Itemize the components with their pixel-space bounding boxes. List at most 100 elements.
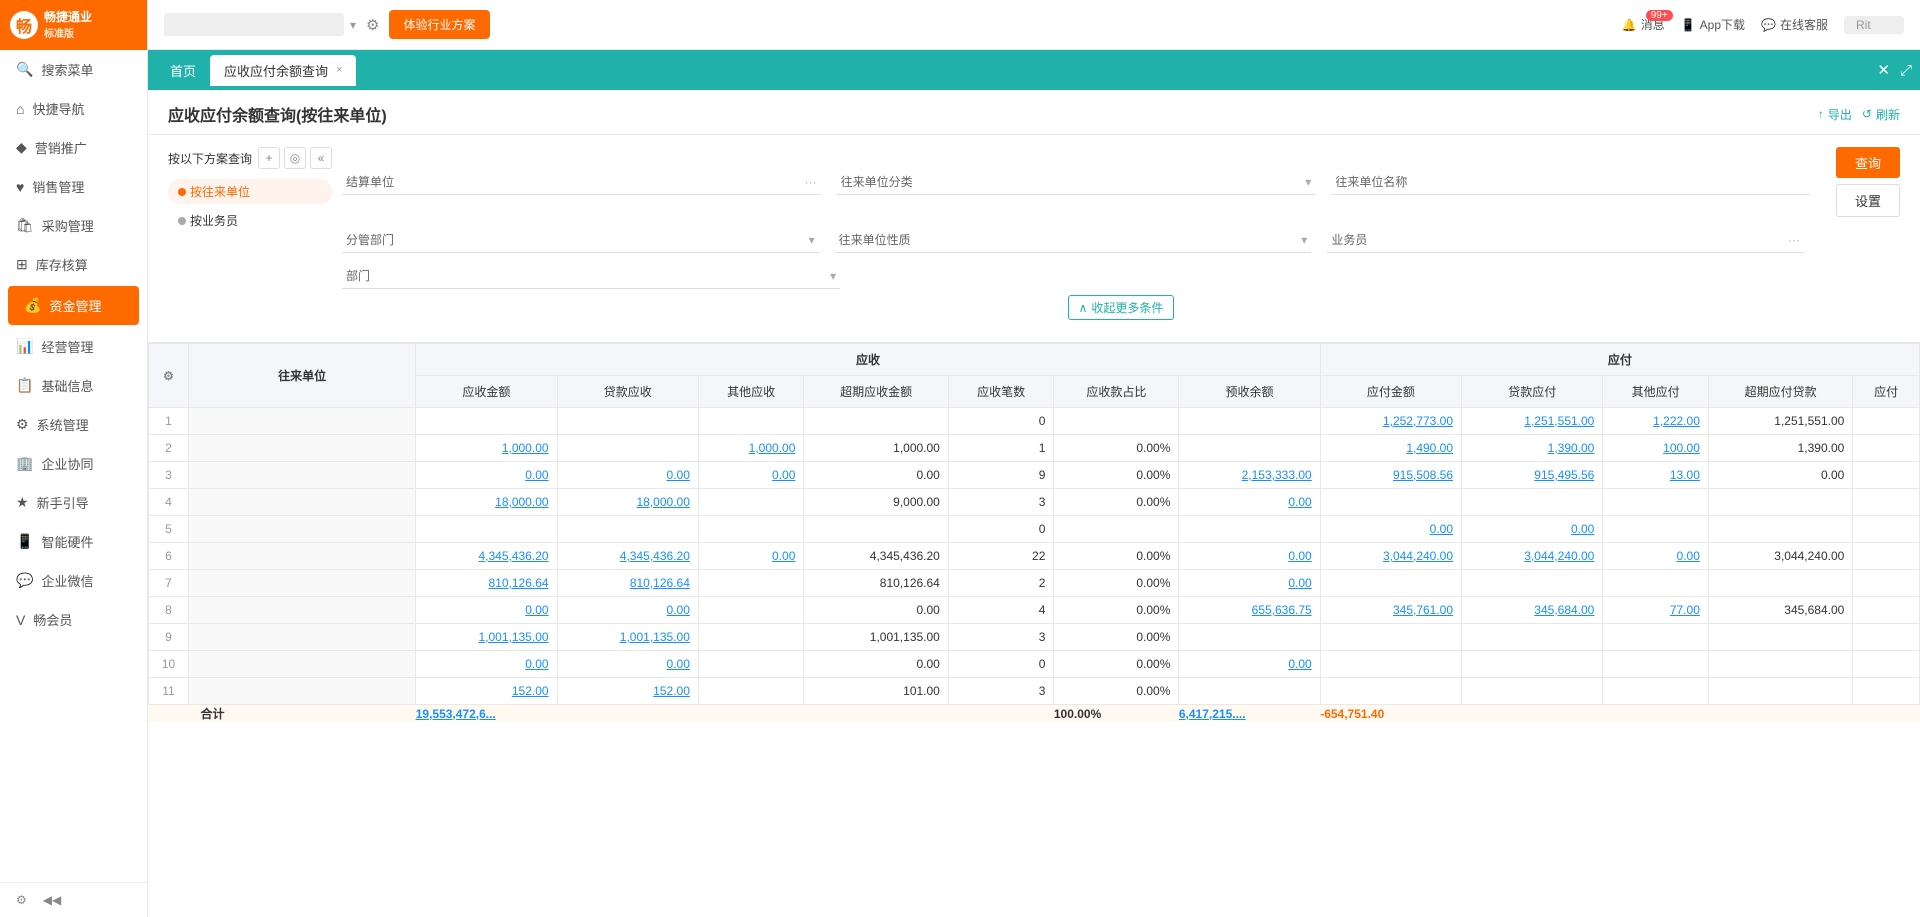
row-r-advance[interactable] bbox=[1179, 624, 1320, 651]
row-r-amount[interactable]: 152.00 bbox=[416, 678, 557, 705]
row-r-loan[interactable] bbox=[557, 435, 698, 462]
row-p-amount[interactable]: 1,490.00 bbox=[1320, 435, 1461, 462]
row-r-other[interactable] bbox=[698, 408, 804, 435]
row-r-amount[interactable]: 810,126.64 bbox=[416, 570, 557, 597]
sidebar-item-quick-nav[interactable]: ⌂ 快捷导航 bbox=[0, 89, 147, 128]
scheme-option-partner[interactable]: 按往来单位 bbox=[168, 179, 332, 204]
footer-r-advance[interactable]: 6,417,215.... bbox=[1179, 705, 1320, 723]
row-p-amount[interactable]: 0.00 bbox=[1320, 516, 1461, 543]
row-r-loan[interactable]: 1,001,135.00 bbox=[557, 624, 698, 651]
scheme-option-salesperson[interactable]: 按业务员 bbox=[168, 208, 332, 233]
salesperson-dots[interactable]: ··· bbox=[1788, 233, 1800, 247]
row-r-loan[interactable]: 18,000.00 bbox=[557, 489, 698, 516]
row-r-other[interactable] bbox=[698, 489, 804, 516]
row-p-loan[interactable]: 1,390.00 bbox=[1462, 435, 1603, 462]
row-r-amount[interactable] bbox=[416, 516, 557, 543]
row-r-amount[interactable]: 1,001,135.00 bbox=[416, 624, 557, 651]
row-p-loan[interactable] bbox=[1462, 570, 1603, 597]
row-p-amount[interactable] bbox=[1320, 570, 1461, 597]
scheme-target-icon[interactable]: ◎ bbox=[284, 147, 306, 169]
row-r-amount[interactable]: 4,345,436.20 bbox=[416, 543, 557, 570]
row-p-amount[interactable] bbox=[1320, 489, 1461, 516]
row-p-other[interactable]: 77.00 bbox=[1603, 597, 1709, 624]
row-r-amount[interactable]: 0.00 bbox=[416, 462, 557, 489]
partner-nature-arrow[interactable]: ▾ bbox=[1301, 233, 1307, 247]
row-r-other[interactable] bbox=[698, 624, 804, 651]
row-p-amount[interactable] bbox=[1320, 624, 1461, 651]
sidebar-item-hardware[interactable]: 📱 智能硬件 bbox=[0, 522, 147, 561]
row-r-other[interactable] bbox=[698, 678, 804, 705]
row-r-advance[interactable]: 0.00 bbox=[1179, 489, 1320, 516]
export-button[interactable]: ↑ 导出 bbox=[1818, 106, 1852, 123]
setting-button[interactable]: 设置 bbox=[1836, 184, 1900, 217]
sidebar-item-basic[interactable]: 📋 基础信息 bbox=[0, 366, 147, 405]
tab-active[interactable]: 应收应付余额查询 × bbox=[210, 55, 356, 86]
notice-button[interactable]: 🔔 消息 99+ bbox=[1622, 16, 1665, 33]
row-r-other[interactable] bbox=[698, 651, 804, 678]
query-button[interactable]: 查询 bbox=[1836, 147, 1900, 178]
row-r-loan[interactable]: 0.00 bbox=[557, 462, 698, 489]
window-maximize-icon[interactable]: ⤢ bbox=[1900, 62, 1912, 79]
row-r-advance[interactable]: 655,636.75 bbox=[1179, 597, 1320, 624]
row-r-loan[interactable]: 0.00 bbox=[557, 651, 698, 678]
refresh-button[interactable]: ↺ 刷新 bbox=[1862, 106, 1900, 123]
row-r-advance[interactable] bbox=[1179, 408, 1320, 435]
row-r-amount[interactable]: 0.00 bbox=[416, 651, 557, 678]
row-p-amount[interactable]: 345,761.00 bbox=[1320, 597, 1461, 624]
row-p-other[interactable] bbox=[1603, 516, 1709, 543]
row-r-loan[interactable]: 0.00 bbox=[557, 597, 698, 624]
row-r-amount[interactable]: 18,000.00 bbox=[416, 489, 557, 516]
settlement-unit-dots[interactable]: ··· bbox=[805, 175, 817, 189]
sidebar-item-finance[interactable]: 💰 资金管理 bbox=[8, 286, 139, 325]
row-r-loan[interactable]: 810,126.64 bbox=[557, 570, 698, 597]
scheme-add-icon[interactable]: + bbox=[258, 147, 280, 169]
row-p-amount[interactable]: 1,252,773.00 bbox=[1320, 408, 1461, 435]
user-name[interactable]: Rit bbox=[1844, 16, 1904, 34]
row-p-other[interactable] bbox=[1603, 489, 1709, 516]
row-r-advance[interactable]: 0.00 bbox=[1179, 651, 1320, 678]
row-r-loan[interactable]: 4,345,436.20 bbox=[557, 543, 698, 570]
row-r-amount[interactable] bbox=[416, 408, 557, 435]
sidebar-item-system[interactable]: ⚙ 系统管理 bbox=[0, 405, 147, 444]
row-r-other[interactable]: 0.00 bbox=[698, 462, 804, 489]
sidebar-item-member[interactable]: V 畅会员 bbox=[0, 600, 147, 639]
row-p-other[interactable]: 0.00 bbox=[1603, 543, 1709, 570]
row-r-amount[interactable]: 1,000.00 bbox=[416, 435, 557, 462]
sidebar-item-guide[interactable]: ★ 新手引导 bbox=[0, 483, 147, 522]
row-p-other[interactable] bbox=[1603, 624, 1709, 651]
sidebar-item-enterprise[interactable]: 🏢 企业协同 bbox=[0, 444, 147, 483]
row-p-amount[interactable]: 915,508.56 bbox=[1320, 462, 1461, 489]
row-r-loan[interactable] bbox=[557, 516, 698, 543]
table-settings-icon[interactable]: ⚙ bbox=[163, 369, 174, 383]
row-p-other[interactable] bbox=[1603, 651, 1709, 678]
collapse-more-button[interactable]: ∧ 收起更多条件 bbox=[1068, 295, 1175, 320]
sidebar-item-inventory[interactable]: ⊞ 库存核算 bbox=[0, 245, 147, 284]
department-arrow[interactable]: ▾ bbox=[830, 269, 836, 283]
row-p-amount[interactable]: 3,044,240.00 bbox=[1320, 543, 1461, 570]
dept-manager-arrow[interactable]: ▾ bbox=[809, 233, 815, 247]
partner-category-arrow[interactable]: ▾ bbox=[1305, 175, 1311, 189]
row-r-advance[interactable]: 2,153,333.00 bbox=[1179, 462, 1320, 489]
row-p-other[interactable]: 100.00 bbox=[1603, 435, 1709, 462]
row-r-other[interactable] bbox=[698, 570, 804, 597]
row-p-loan[interactable] bbox=[1462, 624, 1603, 651]
window-close-icon[interactable]: ✕ bbox=[1877, 61, 1890, 79]
row-r-advance[interactable] bbox=[1179, 435, 1320, 462]
sidebar-item-sales[interactable]: ♥ 销售管理 bbox=[0, 167, 147, 206]
settings-icon[interactable]: ⚙ bbox=[16, 893, 27, 907]
sidebar-item-operation[interactable]: 📊 经营管理 bbox=[0, 327, 147, 366]
row-r-loan[interactable] bbox=[557, 408, 698, 435]
row-p-loan[interactable]: 345,684.00 bbox=[1462, 597, 1603, 624]
row-p-loan[interactable] bbox=[1462, 489, 1603, 516]
row-p-loan[interactable] bbox=[1462, 678, 1603, 705]
sidebar-item-marketing[interactable]: ◆ 营销推广 bbox=[0, 128, 147, 167]
row-p-loan[interactable]: 0.00 bbox=[1462, 516, 1603, 543]
row-r-amount[interactable]: 0.00 bbox=[416, 597, 557, 624]
topnav-gear-icon[interactable]: ⚙ bbox=[366, 16, 379, 34]
dropdown-arrow-icon[interactable]: ▾ bbox=[350, 18, 356, 32]
solution-button[interactable]: 体验行业方案 bbox=[389, 10, 489, 39]
row-r-other[interactable] bbox=[698, 516, 804, 543]
sidebar-item-search-menu[interactable]: 🔍 搜索菜单 bbox=[0, 50, 147, 89]
row-r-other[interactable]: 1,000.00 bbox=[698, 435, 804, 462]
row-r-advance[interactable]: 0.00 bbox=[1179, 570, 1320, 597]
